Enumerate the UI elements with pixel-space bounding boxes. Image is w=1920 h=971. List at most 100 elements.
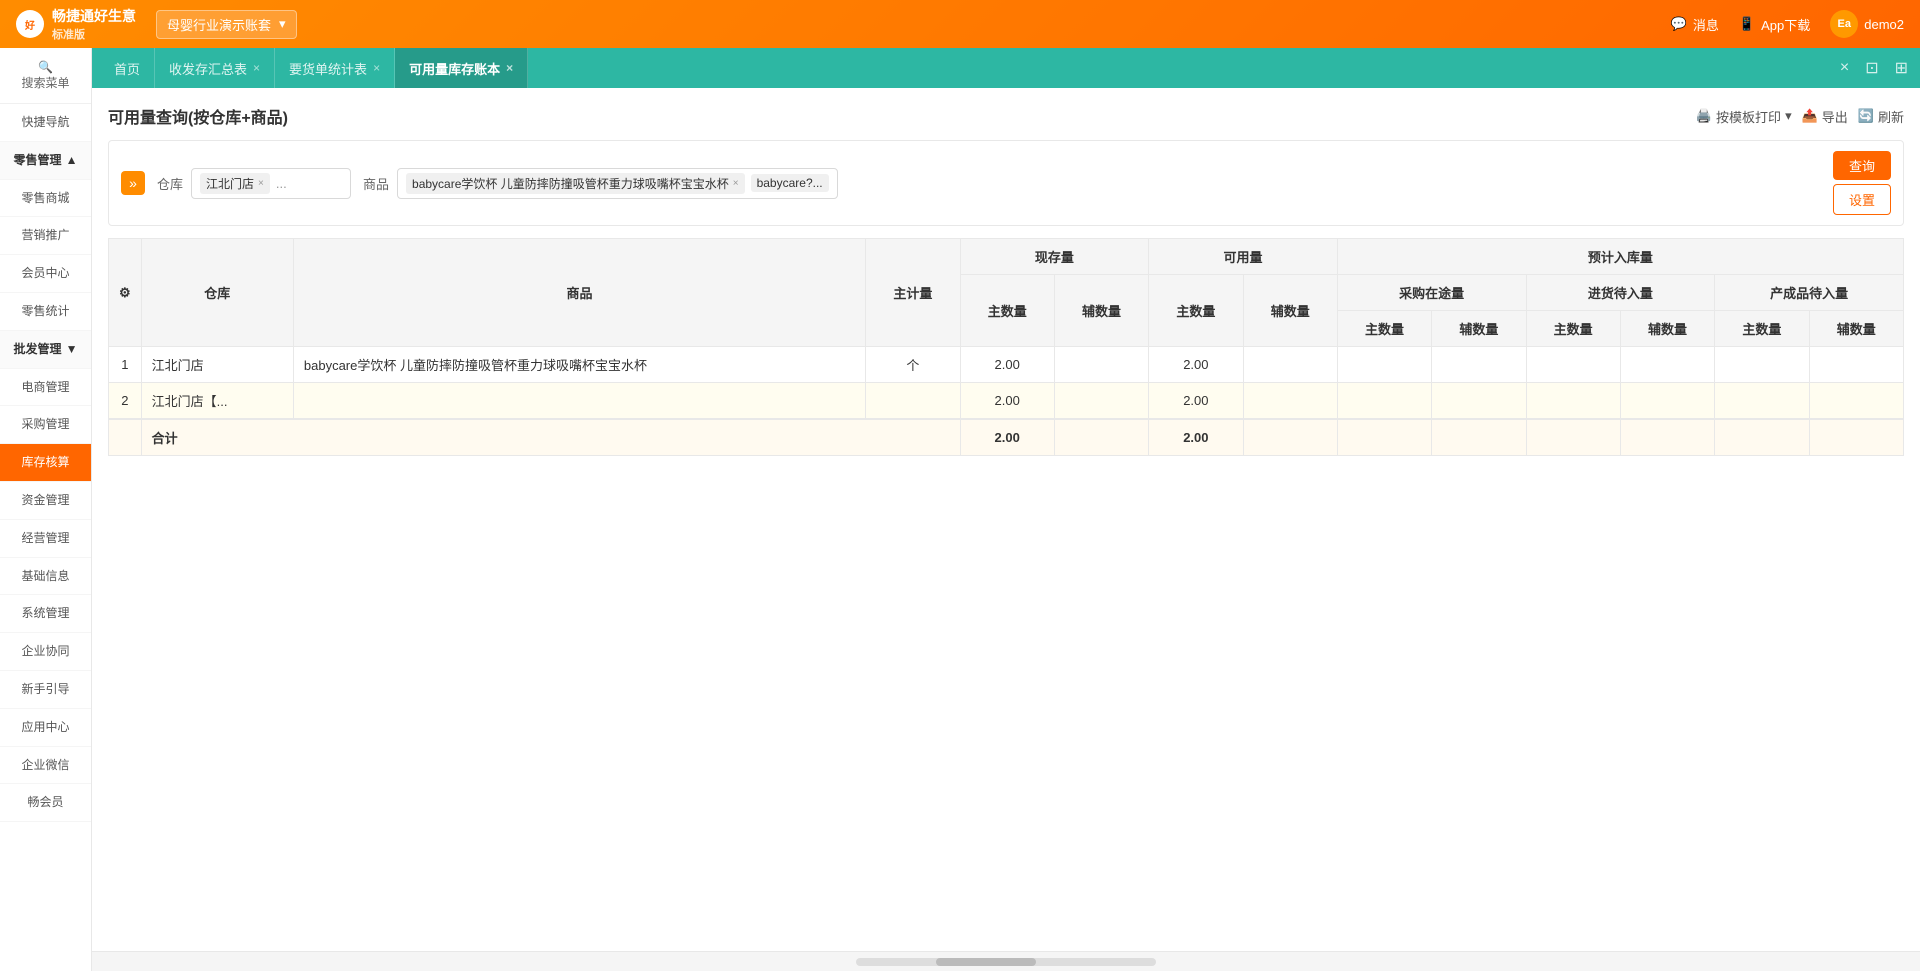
product-tag-2: babycare?...: [751, 174, 829, 192]
member-center-label: 会员中心: [21, 266, 69, 280]
row-1-incoming-aux: [1620, 347, 1714, 383]
scrollbar-thumb[interactable]: [936, 958, 1036, 966]
sidebar-item-quick-nav[interactable]: 快捷导航: [0, 104, 91, 142]
row-2-purchase-main: [1337, 383, 1431, 420]
product-filter-group: 商品 babycare学饮杯 儿童防摔防撞吸管杯重力球吸嘴杯宝宝水杯 × bab…: [363, 168, 838, 199]
enterprise-wechat-label: 企业微信: [21, 758, 69, 772]
logo-text: 畅捷通好生意: [52, 6, 136, 26]
footer-production-main: [1715, 419, 1809, 456]
logo: 好 畅捷通好生意 标准版: [16, 6, 136, 42]
finance-label: 资金管理: [21, 493, 69, 507]
col-settings-header[interactable]: ⚙: [109, 239, 142, 347]
account-name: 母婴行业演示账套: [167, 15, 271, 34]
new-user-guide-label: 新手引导: [21, 682, 69, 696]
quick-nav-label: 快捷导航: [8, 114, 83, 131]
retail-store-label: 零售商城: [21, 191, 69, 205]
settings-icon: ⚙: [119, 285, 131, 300]
username: demo2: [1864, 17, 1904, 32]
warehouse-filter-input[interactable]: 江北门店 × ...: [191, 168, 351, 199]
sidebar-item-marketing[interactable]: 营销推广: [0, 217, 91, 255]
tab-order-stats-close[interactable]: ×: [373, 61, 380, 75]
tab-income-summary[interactable]: 收发存汇总表 ×: [155, 48, 275, 88]
sidebar-item-finance-mgmt[interactable]: 资金管理: [0, 482, 91, 520]
message-icon: 💬: [1671, 16, 1687, 32]
refresh-btn[interactable]: 🔄 刷新: [1858, 107, 1904, 126]
tab-maximize-btn[interactable]: ⊞: [1891, 54, 1912, 82]
user-profile[interactable]: Ea demo2: [1830, 10, 1904, 38]
row-1-purchase-main: [1337, 347, 1431, 383]
warehouse-more-dots[interactable]: ...: [276, 176, 287, 191]
production-main: 主数量: [1715, 311, 1809, 347]
footer-purchase-main: [1337, 419, 1431, 456]
row-2-num: 2: [109, 383, 142, 420]
footer-current-aux: [1054, 419, 1148, 456]
sidebar-item-retail-mgmt[interactable]: 零售管理 ▲: [0, 142, 91, 180]
sidebar-item-retail-stats[interactable]: 零售统计: [0, 293, 91, 331]
export-icon: 📤: [1802, 108, 1818, 124]
filter-expand-btn[interactable]: »: [121, 171, 145, 195]
product-filter-input[interactable]: babycare学饮杯 儿童防摔防撞吸管杯重力球吸嘴杯宝宝水杯 × babyca…: [397, 168, 838, 199]
sidebar-item-enterprise-wechat[interactable]: 企业微信: [0, 747, 91, 785]
row-2-product: [293, 383, 865, 420]
page-content: 可用量查询(按仓库+商品) 🖨️ 按模板打印 ▾ 📤 导出 🔄 刷新: [92, 88, 1920, 951]
sidebar-item-basic-info[interactable]: 基础信息: [0, 558, 91, 596]
sidebar-item-wholesale-mgmt[interactable]: 批发管理 ▼: [0, 331, 91, 369]
version-text: 标准版: [52, 26, 136, 42]
retail-stats-label: 零售统计: [21, 304, 69, 318]
enterprise-collab-label: 企业协同: [21, 644, 69, 658]
purchase-transit-aux: 辅数量: [1432, 311, 1526, 347]
bottom-scroll-bar[interactable]: [92, 951, 1920, 971]
tab-income-summary-close[interactable]: ×: [253, 61, 260, 75]
print-label: 按模板打印: [1716, 107, 1781, 126]
sidebar-item-inventory-check[interactable]: 库存核算: [0, 444, 91, 482]
tab-close-all-btn[interactable]: ×: [1836, 55, 1853, 81]
col-product-header: 商品: [293, 239, 865, 347]
tab-home-label: 首页: [114, 59, 140, 78]
row-2-unit: [866, 383, 960, 420]
sidebar-item-retail-store[interactable]: 零售商城: [0, 180, 91, 218]
settings-button[interactable]: 设置: [1833, 184, 1891, 215]
export-btn[interactable]: 📤 导出: [1802, 107, 1848, 126]
sidebar-item-enterprise-collab[interactable]: 企业协同: [0, 633, 91, 671]
message-label: 消息: [1693, 15, 1719, 34]
sidebar: 🔍 搜索菜单 快捷导航 零售管理 ▲ 零售商城 营销推广 会员中心 零售统计 批…: [0, 48, 92, 971]
sidebar-item-operations-mgmt[interactable]: 经营管理: [0, 520, 91, 558]
footer-label: 合计: [141, 419, 960, 456]
sidebar-search[interactable]: 🔍 搜索菜单: [0, 48, 91, 104]
app-download-btn[interactable]: 📱 App下载: [1739, 15, 1810, 34]
app-center-label: 应用中心: [21, 720, 69, 734]
tab-order-stats[interactable]: 要货单统计表 ×: [275, 48, 395, 88]
row-2-purchase-aux: [1432, 383, 1526, 420]
warehouse-tag-remove[interactable]: ×: [258, 178, 264, 189]
sidebar-item-purchase-mgmt[interactable]: 采购管理: [0, 406, 91, 444]
sidebar-item-new-user-guide[interactable]: 新手引导: [0, 671, 91, 709]
available-main-qty-header: 主数量: [1149, 275, 1243, 347]
row-2-warehouse: 江北门店【...: [141, 383, 293, 420]
row-1-available-aux: [1243, 347, 1337, 383]
row-2-available-main: 2.00: [1149, 383, 1243, 420]
row-1-incoming-main: [1526, 347, 1620, 383]
tab-minimize-btn[interactable]: ⊡: [1861, 54, 1882, 82]
sidebar-item-member-center[interactable]: 会员中心: [0, 255, 91, 293]
message-btn[interactable]: 💬 消息: [1671, 15, 1719, 34]
current-main-qty-header: 主数量: [960, 275, 1054, 347]
account-selector[interactable]: 母婴行业演示账套 ▾: [156, 10, 297, 39]
row-2-incoming-aux: [1620, 383, 1714, 420]
sidebar-item-ecommerce-mgmt[interactable]: 电商管理: [0, 369, 91, 407]
tab-home[interactable]: 首页: [100, 48, 155, 88]
sidebar-item-vip-member[interactable]: 畅会员: [0, 784, 91, 822]
dropdown-icon: ▾: [279, 16, 286, 32]
page-actions: 🖨️ 按模板打印 ▾ 📤 导出 🔄 刷新: [1696, 107, 1904, 126]
product-tag-1-remove[interactable]: ×: [733, 178, 739, 189]
tab-available-stock[interactable]: 可用量库存账本 ×: [395, 48, 528, 88]
query-button[interactable]: 查询: [1833, 151, 1891, 180]
tab-available-stock-close[interactable]: ×: [506, 61, 513, 75]
print-btn[interactable]: 🖨️ 按模板打印 ▾: [1696, 107, 1792, 126]
row-2-available-aux: [1243, 383, 1337, 420]
purchase-transit-header: 采购在途量: [1337, 275, 1526, 311]
row-2-incoming-main: [1526, 383, 1620, 420]
footer-available-aux: [1243, 419, 1337, 456]
sidebar-item-system-mgmt[interactable]: 系统管理: [0, 595, 91, 633]
page-title: 可用量查询(按仓库+商品): [108, 104, 288, 128]
sidebar-item-app-center[interactable]: 应用中心: [0, 709, 91, 747]
